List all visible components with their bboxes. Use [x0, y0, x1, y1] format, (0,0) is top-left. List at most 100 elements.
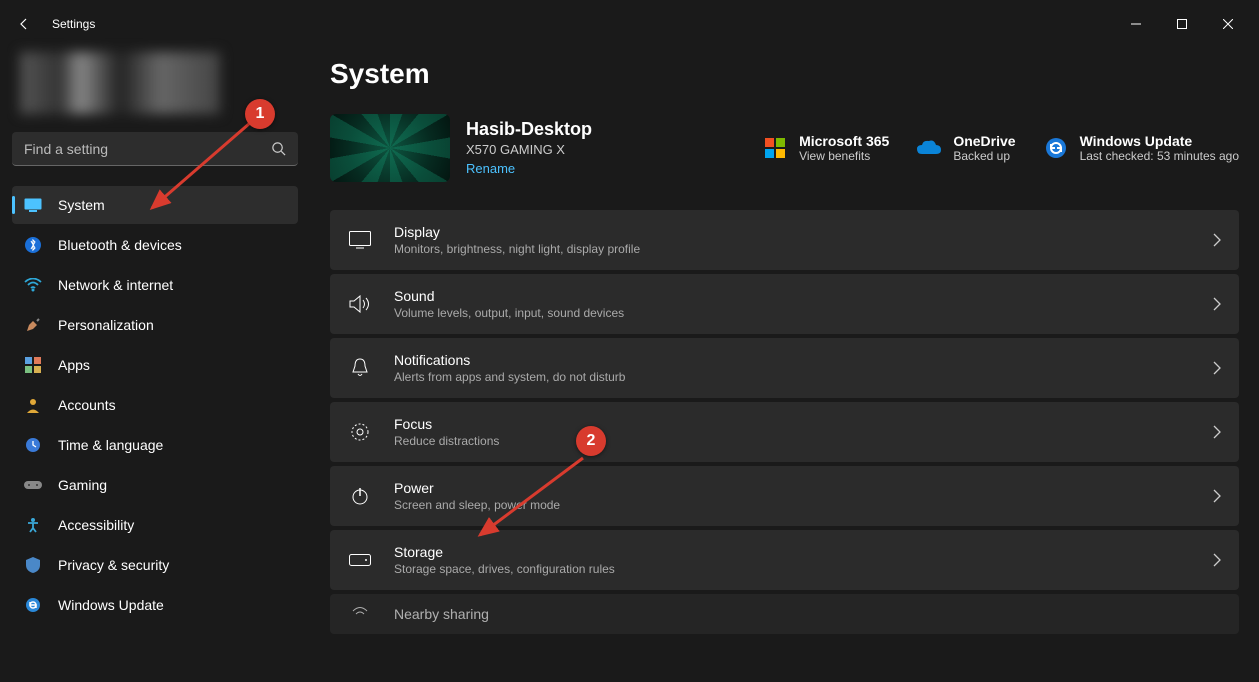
gamepad-icon — [24, 476, 42, 494]
setting-title: Focus — [394, 416, 1191, 432]
nav-label: System — [58, 197, 105, 213]
setting-title: Sound — [394, 288, 1191, 304]
chevron-right-icon — [1213, 297, 1221, 311]
pill-title: OneDrive — [953, 133, 1015, 149]
setting-display[interactable]: Display Monitors, brightness, night ligh… — [330, 210, 1239, 270]
device-name: Hasib-Desktop — [466, 119, 592, 140]
paint-icon — [24, 316, 42, 334]
setting-notifications[interactable]: Notifications Alerts from apps and syste… — [330, 338, 1239, 398]
close-button[interactable] — [1205, 8, 1251, 40]
status-pills: Microsoft 365 View benefits OneDrive Bac… — [763, 133, 1239, 163]
nav-label: Bluetooth & devices — [58, 237, 182, 253]
chevron-right-icon — [1213, 233, 1221, 247]
m365-icon — [763, 136, 787, 160]
device-row: Hasib-Desktop X570 GAMING X Rename Micro… — [330, 114, 1239, 182]
display-icon — [348, 228, 372, 252]
annotation-badge-1: 1 — [245, 99, 275, 129]
nav-network[interactable]: Network & internet — [12, 266, 298, 304]
window-controls — [1113, 8, 1251, 40]
nav-personalization[interactable]: Personalization — [12, 306, 298, 344]
bluetooth-icon — [24, 236, 42, 254]
shield-icon — [24, 556, 42, 574]
pill-sub: View benefits — [799, 149, 889, 163]
apps-icon — [24, 356, 42, 374]
onedrive-icon — [917, 136, 941, 160]
clock-icon — [24, 436, 42, 454]
main-content: System Hasib-Desktop X570 GAMING X Renam… — [310, 48, 1259, 682]
nav-label: Apps — [58, 357, 90, 373]
page-title: System — [330, 58, 1239, 90]
setting-sub: Volume levels, output, input, sound devi… — [394, 306, 1191, 320]
nav-label: Accounts — [58, 397, 116, 413]
nav-label: Personalization — [58, 317, 154, 333]
search-input[interactable] — [24, 141, 271, 157]
setting-storage[interactable]: Storage Storage space, drives, configura… — [330, 530, 1239, 590]
back-button[interactable] — [8, 8, 40, 40]
pill-sub: Last checked: 53 minutes ago — [1080, 149, 1239, 163]
nav-accounts[interactable]: Accounts — [12, 386, 298, 424]
nearby-icon — [348, 602, 372, 626]
setting-title: Notifications — [394, 352, 1191, 368]
focus-icon — [348, 420, 372, 444]
nav-label: Privacy & security — [58, 557, 169, 573]
device-model: X570 GAMING X — [466, 142, 592, 157]
setting-power[interactable]: Power Screen and sleep, power mode — [330, 466, 1239, 526]
chevron-right-icon — [1213, 489, 1221, 503]
settings-list: Display Monitors, brightness, night ligh… — [330, 210, 1239, 634]
sidebar: System Bluetooth & devices Network & int… — [0, 48, 310, 682]
nav-privacy[interactable]: Privacy & security — [12, 546, 298, 584]
pill-title: Microsoft 365 — [799, 133, 889, 149]
avatar — [20, 52, 220, 114]
chevron-right-icon — [1213, 553, 1221, 567]
accessibility-icon — [24, 516, 42, 534]
pill-sub: Backed up — [953, 149, 1015, 163]
chevron-right-icon — [1213, 361, 1221, 375]
annotation-badge-2: 2 — [576, 426, 606, 456]
nav-accessibility[interactable]: Accessibility — [12, 506, 298, 544]
setting-nearby-sharing[interactable]: Nearby sharing — [330, 594, 1239, 634]
windows-update-icon — [1044, 136, 1068, 160]
sound-icon — [348, 292, 372, 316]
device-info: Hasib-Desktop X570 GAMING X Rename — [466, 119, 592, 178]
setting-title: Storage — [394, 544, 1191, 560]
update-icon — [24, 596, 42, 614]
search-icon — [271, 141, 286, 156]
nav-label: Windows Update — [58, 597, 164, 613]
setting-focus[interactable]: Focus Reduce distractions — [330, 402, 1239, 462]
system-icon — [24, 196, 42, 214]
setting-title: Power — [394, 480, 1191, 496]
windows-update-pill[interactable]: Windows Update Last checked: 53 minutes … — [1044, 133, 1239, 163]
rename-link[interactable]: Rename — [466, 161, 515, 176]
minimize-button[interactable] — [1113, 8, 1159, 40]
setting-title: Display — [394, 224, 1191, 240]
nav-label: Time & language — [58, 437, 163, 453]
setting-sub: Alerts from apps and system, do not dist… — [394, 370, 1191, 384]
window-title: Settings — [52, 17, 95, 31]
storage-icon — [348, 548, 372, 572]
setting-sub: Reduce distractions — [394, 434, 1191, 448]
setting-sub: Storage space, drives, configuration rul… — [394, 562, 1191, 576]
maximize-button[interactable] — [1159, 8, 1205, 40]
setting-sound[interactable]: Sound Volume levels, output, input, soun… — [330, 274, 1239, 334]
nav-time-language[interactable]: Time & language — [12, 426, 298, 464]
nav-gaming[interactable]: Gaming — [12, 466, 298, 504]
nav-system[interactable]: System — [12, 186, 298, 224]
pill-title: Windows Update — [1080, 133, 1239, 149]
bell-icon — [348, 356, 372, 380]
search-box[interactable] — [12, 132, 298, 166]
nav-bluetooth[interactable]: Bluetooth & devices — [12, 226, 298, 264]
device-thumbnail[interactable] — [330, 114, 450, 182]
setting-sub: Screen and sleep, power mode — [394, 498, 1191, 512]
onedrive-pill[interactable]: OneDrive Backed up — [917, 133, 1015, 163]
nav-label: Accessibility — [58, 517, 134, 533]
power-icon — [348, 484, 372, 508]
nav-label: Gaming — [58, 477, 107, 493]
nav-windows-update[interactable]: Windows Update — [12, 586, 298, 624]
nav-list: System Bluetooth & devices Network & int… — [12, 186, 298, 626]
wifi-icon — [24, 276, 42, 294]
nav-label: Network & internet — [58, 277, 173, 293]
titlebar: Settings — [0, 0, 1259, 48]
microsoft-365-pill[interactable]: Microsoft 365 View benefits — [763, 133, 889, 163]
nav-apps[interactable]: Apps — [12, 346, 298, 384]
person-icon — [24, 396, 42, 414]
